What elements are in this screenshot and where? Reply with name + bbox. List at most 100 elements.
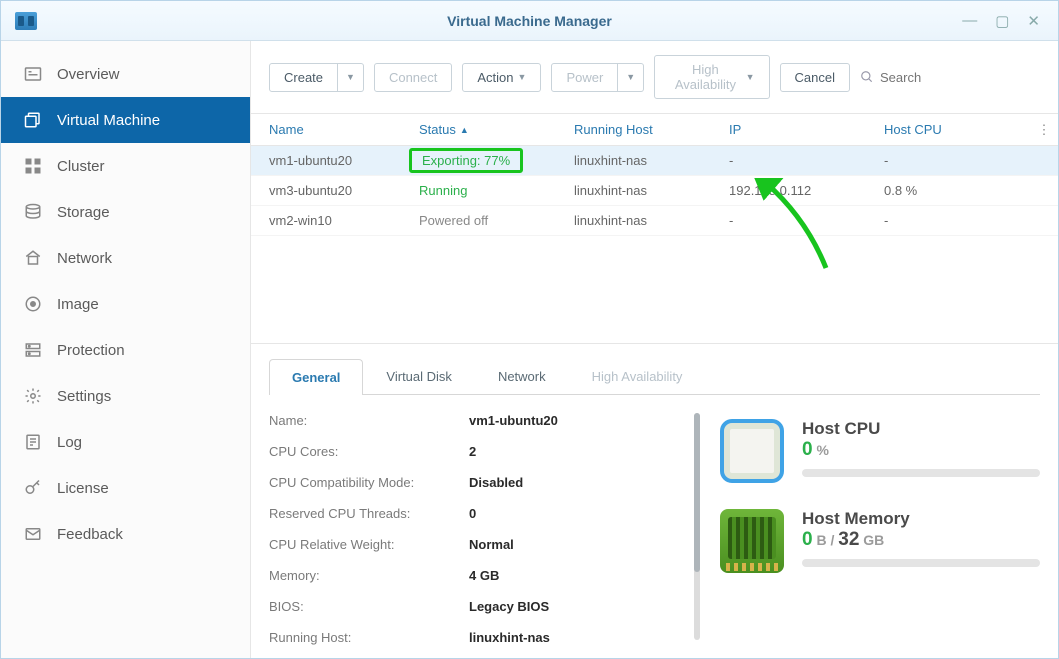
sidebar-item-cluster[interactable]: Cluster [1,143,250,189]
sidebar-item-label: License [57,480,109,497]
sidebar-item-virtual-machine[interactable]: Virtual Machine [1,97,250,143]
ha-button[interactable]: High Availability ▼ [654,55,769,99]
prop-key: CPU Cores: [269,444,469,459]
prop-value: 2 [469,444,674,459]
cell-host: linuxhint-nas [574,213,729,228]
sidebar-item-label: Image [57,296,99,313]
sidebar-item-label: Virtual Machine [57,112,160,129]
sidebar-item-overview[interactable]: Overview [1,51,250,97]
sidebar-item-label: Overview [57,66,120,83]
detail-tabs: General Virtual Disk Network High Availa… [251,344,1058,394]
column-cpu[interactable]: Host CPU [884,122,1034,137]
cell-name: vm3-ubuntu20 [269,183,419,198]
sidebar-item-protection[interactable]: Protection [1,327,250,373]
cpu-icon [720,419,784,483]
log-icon [23,433,43,451]
sidebar-item-image[interactable]: Image [1,281,250,327]
cell-ip: - [729,153,884,168]
sidebar-item-feedback[interactable]: Feedback [1,511,250,557]
metric-bar [802,559,1040,567]
titlebar: Virtual Machine Manager — ▢ ✕ [1,1,1058,41]
cell-host: linuxhint-nas [574,153,729,168]
table-row[interactable]: vm2-win10 Powered off linuxhint-nas - - [251,206,1058,236]
sidebar-item-network[interactable]: Network [1,235,250,281]
search-box[interactable] [860,70,1040,85]
protection-icon [23,341,43,359]
cell-status: Exporting: 77% [419,148,574,173]
metric-value: 0 % [802,439,1040,461]
metric-title: Host CPU [802,419,1040,439]
vm-icon [23,111,43,129]
cell-ip: - [729,213,884,228]
action-button[interactable]: Action ▼ [462,63,541,92]
exporting-badge: Exporting: 77% [409,148,523,173]
columns-menu-icon[interactable]: ⋮ [1034,122,1054,138]
search-input[interactable] [880,70,1020,85]
column-name[interactable]: Name [269,122,419,137]
power-button[interactable]: Power [551,63,618,92]
sidebar-item-label: Log [57,434,82,451]
prop-value: linuxhint-nas [469,630,674,645]
create-dropdown[interactable]: ▼ [338,63,364,92]
table-header: Name Status▲ Running Host IP Host CPU ⋮ [251,114,1058,146]
column-ip[interactable]: IP [729,122,884,137]
cell-cpu: - [884,153,1034,168]
detail-pane: General Virtual Disk Network High Availa… [251,343,1058,658]
general-properties: Name:vm1-ubuntu20 CPU Cores:2 CPU Compat… [269,413,674,640]
cancel-button[interactable]: Cancel [780,63,850,92]
mail-icon [23,525,43,543]
app-window: Virtual Machine Manager — ▢ ✕ Overview V… [0,0,1059,659]
host-memory-metric: Host Memory 0 B / 32 GB [720,509,1040,573]
power-dropdown[interactable]: ▼ [618,63,644,92]
main-content: Create ▼ Connect Action ▼ Power ▼ High A… [251,41,1058,658]
cluster-icon [23,157,43,175]
prop-key: Memory: [269,568,469,583]
chevron-down-icon: ▼ [518,72,527,82]
prop-value: 0 [469,506,674,521]
chevron-down-icon: ▼ [626,72,635,82]
sidebar-item-label: Network [57,250,112,267]
cell-name: vm2-win10 [269,213,419,228]
window-title: Virtual Machine Manager [1,13,1058,29]
prop-value: Normal [469,537,674,552]
cell-status: Powered off [419,213,574,228]
tab-network[interactable]: Network [475,358,569,394]
cell-host: linuxhint-nas [574,183,729,198]
sidebar-item-license[interactable]: License [1,465,250,511]
column-host[interactable]: Running Host [574,122,729,137]
tab-high-availability[interactable]: High Availability [569,358,706,394]
cell-cpu: 0.8 % [884,183,1034,198]
search-icon [860,70,874,84]
sidebar-item-label: Settings [57,388,111,405]
sidebar-item-log[interactable]: Log [1,419,250,465]
tab-virtual-disk[interactable]: Virtual Disk [363,358,475,394]
image-icon [23,295,43,313]
sidebar-item-label: Storage [57,204,110,221]
scrollbar[interactable] [694,413,700,640]
key-icon [23,479,43,497]
prop-key: CPU Relative Weight: [269,537,469,552]
table-row[interactable]: vm3-ubuntu20 Running linuxhint-nas 192.1… [251,176,1058,206]
column-status[interactable]: Status▲ [419,122,574,137]
chevron-down-icon: ▼ [746,72,755,82]
tab-general[interactable]: General [269,359,363,395]
cell-status: Running [419,183,574,198]
sidebar-item-storage[interactable]: Storage [1,189,250,235]
prop-key: CPU Compatibility Mode: [269,475,469,490]
sidebar-item-settings[interactable]: Settings [1,373,250,419]
sidebar-item-label: Feedback [57,526,123,543]
table-row[interactable]: vm1-ubuntu20 Exporting: 77% linuxhint-na… [251,146,1058,176]
connect-button[interactable]: Connect [374,63,452,92]
network-icon [23,249,43,267]
cell-cpu: - [884,213,1034,228]
gear-icon [23,387,43,405]
overview-icon [23,65,43,83]
memory-icon [720,509,784,573]
toolbar: Create ▼ Connect Action ▼ Power ▼ High A… [251,41,1058,113]
sidebar-item-label: Cluster [57,158,105,175]
vm-table: Name Status▲ Running Host IP Host CPU ⋮ … [251,113,1058,236]
cell-ip: 192.168.0.112 [729,183,884,198]
prop-key: Running Host: [269,630,469,645]
create-button[interactable]: Create [269,63,338,92]
prop-value: Disabled [469,475,674,490]
